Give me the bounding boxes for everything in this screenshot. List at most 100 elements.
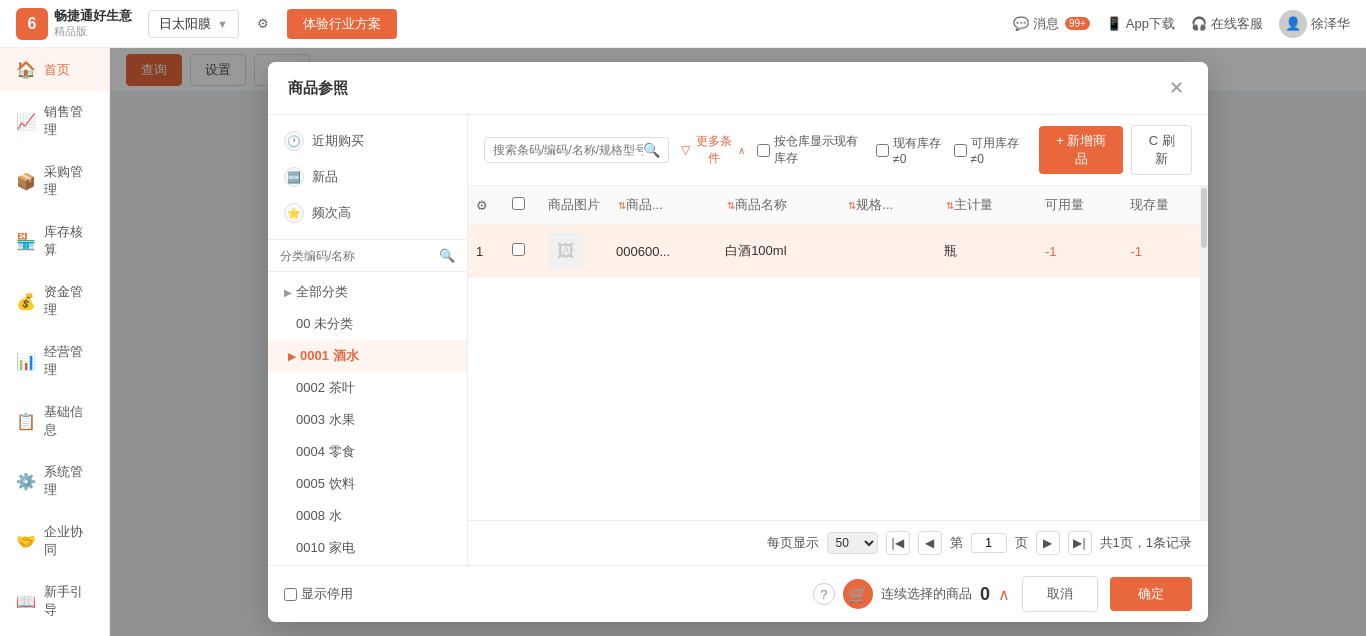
per-page-select[interactable]: 50 10 20 100 (827, 532, 878, 554)
tree-item-all[interactable]: ▶ 全部分类 (268, 276, 467, 308)
modal-nav-recent[interactable]: 🕐 近期购买 (268, 123, 467, 159)
enterprise-icon: 🤝 (16, 532, 36, 551)
cancel-button[interactable]: 取消 (1022, 576, 1098, 612)
modal-nav-new[interactable]: 🆕 新品 (268, 159, 467, 195)
tree-item-liquor[interactable]: ▶ 0001 酒水 (268, 340, 467, 372)
refresh-button[interactable]: C 刷新 (1131, 125, 1192, 175)
sidebar-item-guide[interactable]: 📖 新手引导 (0, 571, 109, 631)
last-page-button[interactable]: ▶| (1068, 531, 1092, 555)
scroll-thumb (1201, 188, 1207, 248)
avatar: 👤 (1279, 10, 1307, 38)
tree-item-tea[interactable]: 0002 茶叶 (268, 372, 467, 404)
messages-item[interactable]: 💬 消息 99+ (1013, 15, 1090, 33)
page-input[interactable] (971, 533, 1007, 553)
sidebar-item-inventory[interactable]: 🏪 库存核算 (0, 211, 109, 271)
tree-arrow-all: ▶ (284, 287, 292, 298)
category-search-input[interactable] (280, 249, 435, 263)
experience-button[interactable]: 体验行业方案 (287, 9, 397, 39)
product-search-box: 🔍 (484, 137, 669, 163)
modal-nav-frequent[interactable]: ⭐ 频次高 (268, 195, 467, 231)
th-stock: 现存量 (1122, 186, 1208, 225)
confirm-button[interactable]: 确定 (1110, 577, 1192, 611)
frequent-icon: ⭐ (284, 203, 304, 223)
modal-nav: 🕐 近期购买 🆕 新品 ⭐ 频次高 (268, 115, 467, 240)
mobile-icon: 📱 (1106, 16, 1122, 31)
th-available: 可用量 (1037, 186, 1122, 225)
user-item[interactable]: 👤 徐泽华 (1279, 10, 1350, 38)
sidebar-item-system[interactable]: ⚙️ 系统管理 (0, 451, 109, 511)
checkbox-warehouse-stock[interactable]: 按仓库显示现有库存 (757, 133, 868, 167)
category-search-area: 🔍 (268, 240, 467, 272)
th-checkbox[interactable] (504, 186, 540, 225)
add-product-button[interactable]: + 新增商品 (1039, 126, 1123, 174)
page-suffix: 页 (1015, 534, 1028, 552)
tree-item-water[interactable]: 0008 水 (268, 500, 467, 532)
sidebar-item-sales[interactable]: 📈 销售管理 (0, 91, 109, 151)
app-download-item[interactable]: 📱 App下载 (1106, 15, 1175, 33)
gear-icon[interactable]: ⚙ (247, 8, 279, 40)
th-image: 商品图片 (540, 186, 608, 225)
operation-icon: 📊 (16, 352, 36, 371)
th-name[interactable]: ⇅商品名称 (717, 186, 838, 225)
modal-right-panel: 🔍 ▽ 更多条件 ∧ 按仓库显示现有库存 (468, 115, 1208, 565)
warehouse-stock-checkbox[interactable] (757, 144, 770, 157)
filter-icon: ▽ (681, 143, 690, 157)
sidebar-item-finance[interactable]: 💰 资金管理 (0, 271, 109, 331)
cart-icon[interactable]: 🛒 (843, 579, 873, 609)
tree-item-fruit[interactable]: 0003 水果 (268, 404, 467, 436)
modal-left-panel: 🕐 近期购买 🆕 新品 ⭐ 频次高 (268, 115, 468, 565)
filter-button[interactable]: ▽ 更多条件 ∧ (677, 129, 749, 171)
modal-header: 商品参照 ✕ (268, 62, 1208, 115)
tree-item-uncategorized[interactable]: 00 未分类 (268, 308, 467, 340)
product-table-area: ⚙ 商品图片 ⇅商品... (468, 186, 1208, 520)
tree-item-beverage[interactable]: 0005 饮料 (268, 468, 467, 500)
sidebar-item-operation[interactable]: 📊 经营管理 (0, 331, 109, 391)
row-checkbox[interactable] (512, 243, 525, 256)
disabled-checkbox[interactable] (284, 588, 297, 601)
pagination-summary: 共1页，1条记录 (1100, 534, 1192, 552)
select-all-checkbox[interactable] (512, 197, 525, 210)
dropdown-button[interactable]: 日太阳膜 ▼ (148, 10, 239, 38)
first-page-button[interactable]: |◀ (886, 531, 910, 555)
scrollbar[interactable] (1200, 186, 1208, 520)
checkbox-available-stock[interactable]: 可用库存≠0 (954, 135, 1024, 166)
td-name: 白酒100ml (717, 225, 838, 278)
table-row[interactable]: 1 🖼 000600... 白酒100ml (468, 225, 1208, 278)
th-spec[interactable]: ⇅规格... (838, 186, 936, 225)
guide-icon: 📖 (16, 592, 36, 611)
td-image: 🖼 (540, 225, 608, 278)
online-service-item[interactable]: 🎧 在线客服 (1191, 15, 1263, 33)
checkbox-current-stock[interactable]: 现有库存≠0 (876, 135, 946, 166)
th-code[interactable]: ⇅商品... (608, 186, 717, 225)
sidebar-item-home[interactable]: 🏠 首页 (0, 48, 109, 91)
tree-item-snack[interactable]: 0004 零食 (268, 436, 467, 468)
th-unit[interactable]: ⇅主计量 (936, 186, 1037, 225)
td-checkbox[interactable] (504, 225, 540, 278)
sidebar-item-apps[interactable]: 📱 应用中心 (0, 631, 109, 636)
category-search-icon[interactable]: 🔍 (439, 248, 455, 263)
chevron-down-icon: ▼ (217, 18, 228, 30)
message-icon: 💬 (1013, 16, 1029, 31)
current-stock-checkbox[interactable] (876, 144, 889, 157)
available-stock-checkbox[interactable] (954, 144, 967, 157)
per-page-label: 每页显示 (767, 534, 819, 552)
prev-page-button[interactable]: ◀ (918, 531, 942, 555)
headset-icon: 🎧 (1191, 16, 1207, 31)
modal-close-button[interactable]: ✕ (1164, 76, 1188, 100)
show-disabled-checkbox[interactable]: 显示停用 (284, 585, 353, 603)
cart-count: 0 (980, 584, 990, 605)
cart-collapse-icon[interactable]: ∧ (998, 585, 1010, 604)
tree-item-appliance[interactable]: 0010 家电 (268, 532, 467, 564)
sidebar-item-enterprise[interactable]: 🤝 企业协同 (0, 511, 109, 571)
logo-text: 畅捷通好生意 (54, 8, 132, 24)
sort-name-icon: ⇅ (727, 200, 735, 211)
sidebar: 🏠 首页 📈 销售管理 📦 采购管理 🏪 库存核算 💰 资金管理 📊 经营管理 … (0, 48, 110, 636)
sidebar-item-basic[interactable]: 📋 基础信息 (0, 391, 109, 451)
th-settings[interactable]: ⚙ (468, 186, 504, 225)
td-stock: -1 (1122, 225, 1208, 278)
next-page-button[interactable]: ▶ (1036, 531, 1060, 555)
sidebar-item-purchase[interactable]: 📦 采购管理 (0, 151, 109, 211)
product-search-input[interactable] (493, 143, 643, 157)
help-icon[interactable]: ? (813, 583, 835, 605)
product-search-icon[interactable]: 🔍 (643, 142, 660, 158)
